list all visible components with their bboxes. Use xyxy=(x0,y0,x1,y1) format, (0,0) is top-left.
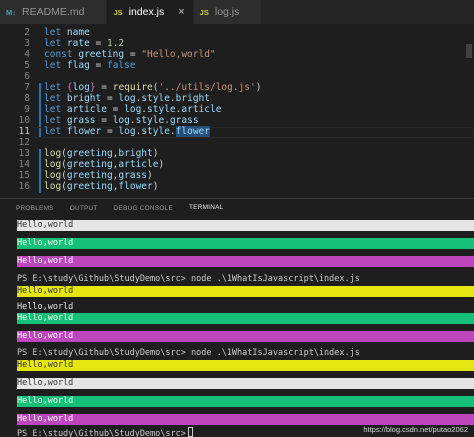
tab-index-js[interactable]: JS index.js × xyxy=(107,0,194,24)
javascript-icon: JS xyxy=(199,7,209,17)
tab-output[interactable]: OUTPUT xyxy=(70,199,98,217)
terminal-output-line: Hello,world xyxy=(17,378,74,388)
markdown-icon: M↓ xyxy=(6,7,16,17)
terminal-output-line: Hello,world xyxy=(17,360,74,370)
tab-bar: M↓ README.md JS index.js × JS log.js xyxy=(0,0,474,24)
javascript-icon: JS xyxy=(113,7,123,17)
terminal-cursor xyxy=(187,427,193,437)
code-line: let flag = false xyxy=(44,60,136,71)
tab-problems[interactable]: PROBLEMS xyxy=(16,199,54,217)
bright-style-bar xyxy=(17,220,474,231)
close-icon[interactable]: × xyxy=(178,6,184,18)
terminal-output-line: Hello,world xyxy=(17,414,74,424)
tab-label: log.js xyxy=(214,6,240,18)
article-style-bar xyxy=(17,313,474,324)
terminal-output-line: Hello,world xyxy=(17,331,74,341)
code-line: log(greeting,flower) xyxy=(44,181,159,192)
terminal-output-line: Hello,world xyxy=(17,302,74,312)
tab-debug-console[interactable]: DEBUG CONSOLE xyxy=(114,199,173,217)
panel-tab-bar: PROBLEMS OUTPUT DEBUG CONSOLE TERMINAL xyxy=(0,198,474,217)
modified-line-gutter-marker xyxy=(39,149,41,193)
grass-style-bar xyxy=(17,331,474,342)
terminal-output-line: Hello,world xyxy=(17,238,74,248)
terminal-output-line: Hello,world xyxy=(17,396,74,406)
terminal-output-line: Hello,world xyxy=(17,220,74,230)
terminal-output-line: Hello,world xyxy=(17,313,74,323)
scrollbar-marker[interactable] xyxy=(466,44,472,58)
tab-readme[interactable]: M↓ README.md xyxy=(0,0,108,24)
bright-style-bar xyxy=(17,378,474,389)
line-number: 16 xyxy=(18,181,30,192)
terminal-output-line: Hello,world xyxy=(17,256,74,266)
terminal-prompt: PS E:\study\Github\StudyDemo\src> node .… xyxy=(17,348,360,358)
flower-style-bar xyxy=(17,360,474,371)
terminal[interactable]: Hello,world Hello,world Hello,world PS E… xyxy=(0,216,474,437)
flower-style-bar xyxy=(17,286,474,297)
tab-terminal[interactable]: TERMINAL xyxy=(188,199,224,217)
article-style-bar xyxy=(17,238,474,249)
terminal-prompt: PS E:\study\Github\StudyDemo\src> xyxy=(17,429,186,437)
code-line-current: let flower = log.style.flower xyxy=(44,126,210,137)
code-editor[interactable]: 2 3 4 5 6 7 8 9 10 11 12 13 14 15 16 let… xyxy=(0,24,474,196)
terminal-output-line: Hello,world xyxy=(17,286,74,296)
tab-log-js[interactable]: JS log.js xyxy=(193,0,263,24)
grass-style-bar xyxy=(17,256,474,267)
vscode-window: M↓ README.md JS index.js × JS log.js 2 3… xyxy=(0,0,474,437)
tab-label: README.md xyxy=(22,6,85,18)
watermark: https://blog.csdn.net/putao2062 xyxy=(363,425,468,434)
article-style-bar xyxy=(17,396,474,407)
terminal-prompt: PS E:\study\Github\StudyDemo\src> node .… xyxy=(17,274,360,284)
terminal-input-line[interactable]: PS E:\study\Github\StudyDemo\src> xyxy=(17,427,193,437)
grass-style-bar xyxy=(17,414,474,425)
tab-label: index.js xyxy=(128,6,165,18)
